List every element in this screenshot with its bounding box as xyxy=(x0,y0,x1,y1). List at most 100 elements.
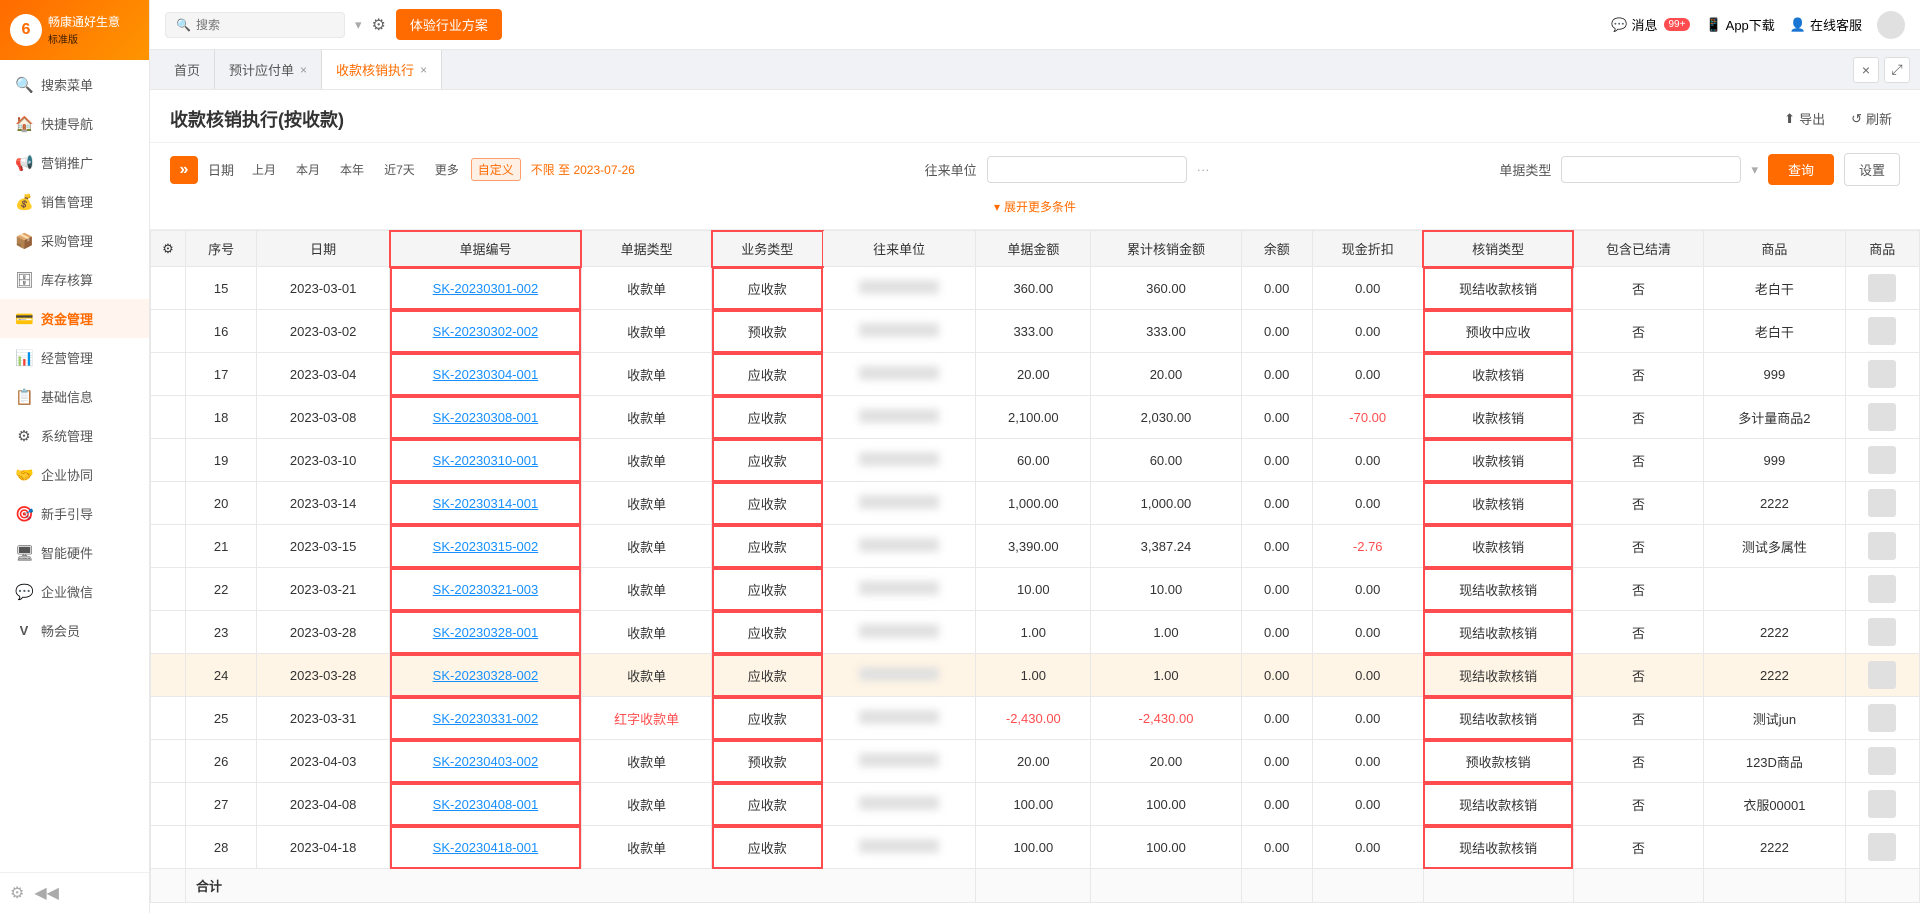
th-settings[interactable]: ⚙ xyxy=(151,231,186,267)
date-last-month[interactable]: 上月 xyxy=(244,158,284,181)
sidebar-item-basic[interactable]: 📋 基础信息 xyxy=(0,377,149,416)
td-doc-amount: -2,430.00 xyxy=(976,697,1091,740)
td-seq: 15 xyxy=(186,267,257,310)
sidebar-item-purchase[interactable]: 📦 采购管理 xyxy=(0,221,149,260)
tab-collection-close[interactable]: × xyxy=(420,63,427,77)
td-include-settled: 否 xyxy=(1573,482,1703,525)
table-container[interactable]: ⚙ 序号 日期 单据编号 单据类型 业务类型 往来单位 单据金额 累计核销金额 … xyxy=(150,230,1920,913)
table-row[interactable]: 20 2023-03-14 SK-20230314-001 收款单 应收款 1,… xyxy=(151,482,1920,525)
td-doc-no[interactable]: SK-20230408-001 xyxy=(390,783,582,826)
setting-button[interactable]: 设置 xyxy=(1844,153,1900,186)
table-row[interactable]: 21 2023-03-15 SK-20230315-002 收款单 应收款 3,… xyxy=(151,525,1920,568)
tab-maximize-button[interactable]: ⤢ xyxy=(1884,57,1910,83)
td-settings xyxy=(151,568,186,611)
td-balance: 0.00 xyxy=(1241,482,1312,525)
filter-toggle-button[interactable]: » xyxy=(170,156,198,184)
table-row[interactable]: 23 2023-03-28 SK-20230328-001 收款单 应收款 1.… xyxy=(151,611,1920,654)
td-doc-amount: 360.00 xyxy=(976,267,1091,310)
table-row[interactable]: 19 2023-03-10 SK-20230310-001 收款单 应收款 60… xyxy=(151,439,1920,482)
table-row[interactable]: 17 2023-03-04 SK-20230304-001 收款单 应收款 20… xyxy=(151,353,1920,396)
sidebar-item-member[interactable]: V 畅会员 xyxy=(0,611,149,650)
date-custom[interactable]: 自定义 xyxy=(471,158,521,181)
tab-prepay[interactable]: 预计应付单 × xyxy=(215,50,322,89)
refresh-button[interactable]: ↺ 刷新 xyxy=(1843,105,1900,132)
td-balance: 0.00 xyxy=(1241,568,1312,611)
settings-bottom-icon[interactable]: ⚙ xyxy=(10,883,24,903)
tab-home[interactable]: 首页 xyxy=(160,50,215,89)
message-button[interactable]: 💬 消息 99+ xyxy=(1611,15,1690,34)
search-input[interactable] xyxy=(196,18,316,32)
td-doc-no[interactable]: SK-20230310-001 xyxy=(390,439,582,482)
td-doc-no[interactable]: SK-20230315-002 xyxy=(390,525,582,568)
table-row[interactable]: 16 2023-03-02 SK-20230302-002 收款单 预收款 33… xyxy=(151,310,1920,353)
tab-close-button[interactable]: × xyxy=(1853,57,1879,83)
topbar-gear-icon[interactable]: ⚙ xyxy=(372,15,386,35)
expand-more-button[interactable]: ▾ 展开更多条件 xyxy=(170,194,1900,219)
td-biz-type: 应收款 xyxy=(712,654,823,697)
industry-solution-button[interactable]: 体验行业方案 xyxy=(396,9,502,40)
td-accumulated: 1.00 xyxy=(1091,654,1241,697)
table-row[interactable]: 26 2023-04-03 SK-20230403-002 收款单 预收款 20… xyxy=(151,740,1920,783)
sidebar-item-search[interactable]: 🔍 搜索菜单 xyxy=(0,65,149,104)
sidebar-item-system[interactable]: ⚙ 系统管理 xyxy=(0,416,149,455)
tab-collection[interactable]: 收款核销执行 × xyxy=(322,50,442,89)
sidebar-item-sales[interactable]: 💰 销售管理 xyxy=(0,182,149,221)
date-7days[interactable]: 近7天 xyxy=(376,158,423,181)
dropdown-arrow-icon[interactable]: ▾ xyxy=(355,17,362,33)
td-doc-no[interactable]: SK-20230328-001 xyxy=(390,611,582,654)
td-settings xyxy=(151,826,186,869)
sidebar-item-wechat[interactable]: 💬 企业微信 xyxy=(0,572,149,611)
td-include-settled: 否 xyxy=(1573,611,1703,654)
sidebar-item-guide[interactable]: 🎯 新手引导 xyxy=(0,494,149,533)
td-date: 2023-03-02 xyxy=(257,310,390,353)
td-goods2 xyxy=(1845,482,1919,525)
td-partner xyxy=(823,697,976,740)
td-doc-no[interactable]: SK-20230314-001 xyxy=(390,482,582,525)
sidebar-item-inventory[interactable]: 🗄 库存核算 xyxy=(0,260,149,299)
td-date: 2023-03-28 xyxy=(257,611,390,654)
table-row[interactable]: 24 2023-03-28 SK-20230328-002 收款单 应收款 1.… xyxy=(151,654,1920,697)
page-header: 收款核销执行(按收款) ⬆ 导出 ↺ 刷新 xyxy=(150,90,1920,143)
table-row[interactable]: 27 2023-04-08 SK-20230408-001 收款单 应收款 10… xyxy=(151,783,1920,826)
td-doc-no[interactable]: SK-20230321-003 xyxy=(390,568,582,611)
online-service-button[interactable]: 👤 在线客服 xyxy=(1790,15,1862,34)
query-button[interactable]: 查询 xyxy=(1768,154,1834,185)
td-doc-no[interactable]: SK-20230418-001 xyxy=(390,826,582,869)
partner-dots[interactable]: ··· xyxy=(1197,162,1210,177)
sidebar-item-hardware[interactable]: 🖥 智能硬件 xyxy=(0,533,149,572)
table-row[interactable]: 25 2023-03-31 SK-20230331-002 红字收款单 应收款 … xyxy=(151,697,1920,740)
td-doc-no[interactable]: SK-20230304-001 xyxy=(390,353,582,396)
td-doc-no[interactable]: SK-20230328-002 xyxy=(390,654,582,697)
th-doc-no: 单据编号 xyxy=(390,231,582,267)
td-biz-type: 应收款 xyxy=(712,568,823,611)
table-row[interactable]: 18 2023-03-08 SK-20230308-001 收款单 应收款 2,… xyxy=(151,396,1920,439)
td-doc-no[interactable]: SK-20230331-002 xyxy=(390,697,582,740)
search-box[interactable]: 🔍 xyxy=(165,12,345,38)
td-doc-no[interactable]: SK-20230302-002 xyxy=(390,310,582,353)
table-row[interactable]: 15 2023-03-01 SK-20230301-002 收款单 应收款 36… xyxy=(151,267,1920,310)
sidebar-item-operations[interactable]: 📊 经营管理 xyxy=(0,338,149,377)
sidebar-item-quick-nav[interactable]: 🏠 快捷导航 xyxy=(0,104,149,143)
sidebar-bottom: ⚙ ◀◀ xyxy=(0,872,149,913)
date-more[interactable]: 更多 xyxy=(427,158,467,181)
app-download-button[interactable]: 📱 App下载 xyxy=(1705,15,1774,34)
doc-type-select[interactable] xyxy=(1561,156,1741,183)
table-row[interactable]: 22 2023-03-21 SK-20230321-003 收款单 应收款 10… xyxy=(151,568,1920,611)
collapse-icon[interactable]: ◀◀ xyxy=(34,883,59,903)
table-row[interactable]: 28 2023-04-18 SK-20230418-001 收款单 应收款 10… xyxy=(151,826,1920,869)
date-this-month[interactable]: 本月 xyxy=(288,158,328,181)
td-doc-no[interactable]: SK-20230403-002 xyxy=(390,740,582,783)
tab-prepay-close[interactable]: × xyxy=(300,63,307,77)
td-doc-no[interactable]: SK-20230308-001 xyxy=(390,396,582,439)
td-doc-no[interactable]: SK-20230301-002 xyxy=(390,267,582,310)
export-button[interactable]: ⬆ 导出 xyxy=(1776,105,1833,132)
td-total-settings xyxy=(151,869,186,903)
td-goods2 xyxy=(1845,525,1919,568)
td-include-settled: 否 xyxy=(1573,568,1703,611)
user-avatar[interactable] xyxy=(1877,11,1905,39)
sidebar-item-collab[interactable]: 🤝 企业协同 xyxy=(0,455,149,494)
partner-input[interactable] xyxy=(987,156,1187,183)
date-this-year[interactable]: 本年 xyxy=(332,158,372,181)
sidebar-item-marketing[interactable]: 📢 营销推广 xyxy=(0,143,149,182)
sidebar-item-finance[interactable]: 💳 资金管理 xyxy=(0,299,149,338)
